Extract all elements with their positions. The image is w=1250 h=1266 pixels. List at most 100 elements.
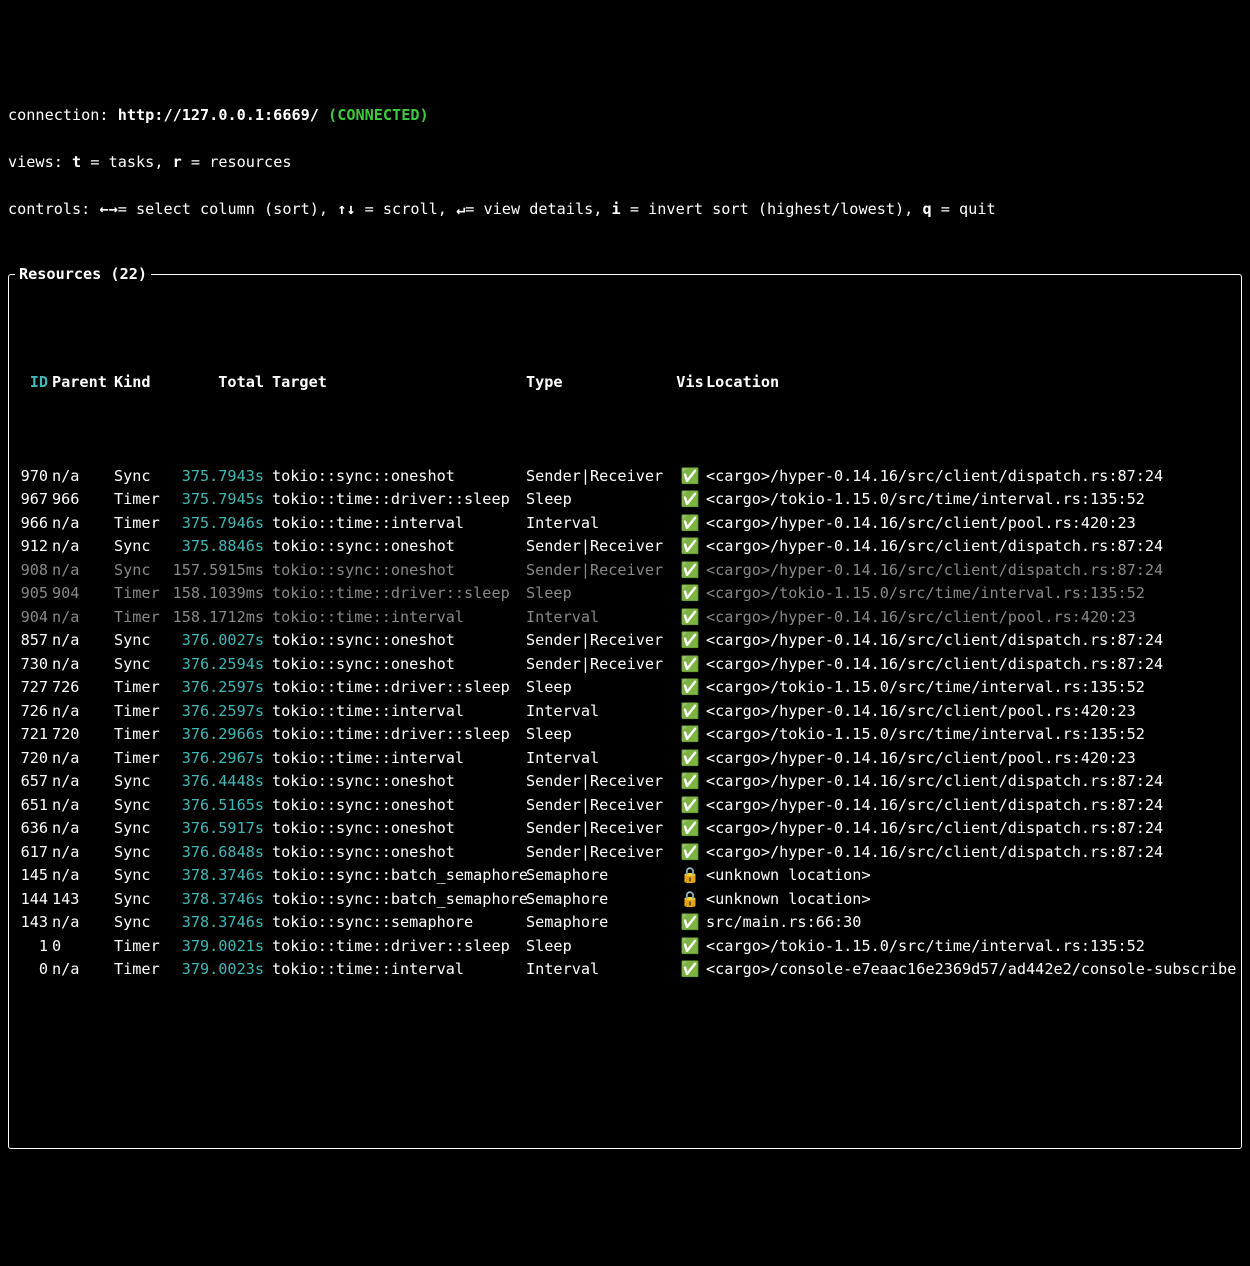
- col-header-id[interactable]: ID: [14, 371, 52, 395]
- cell-target: tokio::time::driver::sleep: [268, 676, 526, 700]
- cell-location: <cargo>/hyper-0.14.16/src/client/pool.rs…: [704, 700, 1236, 724]
- cell-target: tokio::sync::batch_semaphore: [268, 888, 526, 912]
- table-row[interactable]: 912n/aSync375.8846stokio::sync::oneshotS…: [10, 535, 1240, 559]
- cell-kind: Sync: [114, 888, 168, 912]
- check-icon: ✅: [676, 606, 704, 630]
- cell-id: 0: [14, 958, 52, 982]
- table-row[interactable]: 730n/aSync376.2594stokio::sync::oneshotS…: [10, 653, 1240, 677]
- views-line: views: t = tasks, r = resources: [8, 151, 1242, 175]
- cell-kind: Timer: [114, 700, 168, 724]
- cell-total: 379.0023s: [168, 958, 268, 982]
- cell-type: Sender|Receiver: [526, 629, 676, 653]
- table-row[interactable]: 720n/aTimer376.2967stokio::time::interva…: [10, 747, 1240, 771]
- check-icon: ✅: [676, 559, 704, 583]
- table-row[interactable]: 721720Timer376.2966stokio::time::driver:…: [10, 723, 1240, 747]
- table-body[interactable]: 970n/aSync375.7943stokio::sync::oneshotS…: [10, 465, 1240, 982]
- cell-target: tokio::time::driver::sleep: [268, 488, 526, 512]
- table-row[interactable]: 145n/aSync378.3746stokio::sync::batch_se…: [10, 864, 1240, 888]
- controls-lr-desc: = select column (sort),: [118, 200, 337, 218]
- cell-kind: Sync: [114, 535, 168, 559]
- cell-target: tokio::sync::oneshot: [268, 535, 526, 559]
- cell-location: <unknown location>: [704, 888, 1236, 912]
- table-header: ID Parent Kind Total Target Type Vis Loc…: [10, 371, 1240, 395]
- cell-target: tokio::sync::batch_semaphore: [268, 864, 526, 888]
- cell-total: 376.6848s: [168, 841, 268, 865]
- connection-label: connection:: [8, 106, 118, 124]
- table-row[interactable]: 0n/aTimer379.0023stokio::time::intervalI…: [10, 958, 1240, 982]
- table-row[interactable]: 651n/aSync376.5165stokio::sync::oneshotS…: [10, 794, 1240, 818]
- cell-type: Semaphore: [526, 864, 676, 888]
- cell-location: <cargo>/tokio-1.15.0/src/time/interval.r…: [704, 488, 1236, 512]
- cell-id: 636: [14, 817, 52, 841]
- col-header-location[interactable]: Location: [704, 371, 1236, 395]
- controls-key-q[interactable]: q: [922, 200, 931, 218]
- cell-location: src/main.rs:66:30: [704, 911, 1236, 935]
- col-header-target[interactable]: Target: [268, 371, 526, 395]
- table-row[interactable]: 904n/aTimer158.1712mstokio::time::interv…: [10, 606, 1240, 630]
- table-row[interactable]: 908n/aSync157.5915mstokio::sync::oneshot…: [10, 559, 1240, 583]
- cell-id: 1: [14, 935, 52, 959]
- table-row[interactable]: 857n/aSync376.0027stokio::sync::oneshotS…: [10, 629, 1240, 653]
- cell-total: 378.3746s: [168, 911, 268, 935]
- cell-type: Semaphore: [526, 888, 676, 912]
- table-row[interactable]: 966n/aTimer375.7946stokio::time::interva…: [10, 512, 1240, 536]
- cell-location: <cargo>/hyper-0.14.16/src/client/dispatc…: [704, 465, 1236, 489]
- cell-location: <unknown location>: [704, 864, 1236, 888]
- cell-type: Sleep: [526, 488, 676, 512]
- cell-kind: Timer: [114, 512, 168, 536]
- col-header-kind[interactable]: Kind: [114, 371, 168, 395]
- cell-type: Sender|Receiver: [526, 841, 676, 865]
- check-icon: ✅: [676, 629, 704, 653]
- col-header-total[interactable]: Total: [168, 371, 268, 395]
- table-row[interactable]: 970n/aSync375.7943stokio::sync::oneshotS…: [10, 465, 1240, 489]
- cell-location: <cargo>/hyper-0.14.16/src/client/dispatc…: [704, 559, 1236, 583]
- controls-line: controls: ←→= select column (sort), ↑↓ =…: [8, 198, 1242, 222]
- table-row[interactable]: 144143Sync378.3746stokio::sync::batch_se…: [10, 888, 1240, 912]
- table-row[interactable]: 967966Timer375.7945stokio::time::driver:…: [10, 488, 1240, 512]
- table-row[interactable]: 657n/aSync376.4448stokio::sync::oneshotS…: [10, 770, 1240, 794]
- col-header-type[interactable]: Type: [526, 371, 676, 395]
- cell-total: 375.7946s: [168, 512, 268, 536]
- views-key-t[interactable]: t: [72, 153, 81, 171]
- cell-location: <cargo>/hyper-0.14.16/src/client/dispatc…: [704, 653, 1236, 677]
- cell-kind: Timer: [114, 606, 168, 630]
- check-icon: ✅: [676, 911, 704, 935]
- cell-location: <cargo>/hyper-0.14.16/src/client/dispatc…: [704, 770, 1236, 794]
- cell-parent: n/a: [52, 770, 114, 794]
- lock-icon: 🔒: [676, 888, 704, 912]
- cell-total: 376.5917s: [168, 817, 268, 841]
- cell-target: tokio::sync::oneshot: [268, 559, 526, 583]
- table-row[interactable]: 636n/aSync376.5917stokio::sync::oneshotS…: [10, 817, 1240, 841]
- cell-target: tokio::sync::oneshot: [268, 794, 526, 818]
- cell-id: 143: [14, 911, 52, 935]
- cell-kind: Sync: [114, 629, 168, 653]
- col-header-vis[interactable]: Vis: [676, 371, 704, 395]
- cell-total: 375.8846s: [168, 535, 268, 559]
- cell-target: tokio::time::interval: [268, 512, 526, 536]
- cell-target: tokio::time::interval: [268, 958, 526, 982]
- cell-parent: n/a: [52, 700, 114, 724]
- cell-location: <cargo>/tokio-1.15.0/src/time/interval.r…: [704, 582, 1236, 606]
- cell-kind: Timer: [114, 747, 168, 771]
- controls-key-i[interactable]: i: [612, 200, 621, 218]
- table-row[interactable]: 726n/aTimer376.2597stokio::time::interva…: [10, 700, 1240, 724]
- table-row[interactable]: 143n/aSync378.3746stokio::sync::semaphor…: [10, 911, 1240, 935]
- cell-target: tokio::sync::oneshot: [268, 629, 526, 653]
- cell-location: <cargo>/hyper-0.14.16/src/client/dispatc…: [704, 794, 1236, 818]
- cell-parent: n/a: [52, 653, 114, 677]
- table-row[interactable]: 727726Timer376.2597stokio::time::driver:…: [10, 676, 1240, 700]
- table-row[interactable]: 10Timer379.0021stokio::time::driver::sle…: [10, 935, 1240, 959]
- col-header-parent[interactable]: Parent: [52, 371, 114, 395]
- cell-kind: Sync: [114, 841, 168, 865]
- cell-type: Sender|Receiver: [526, 817, 676, 841]
- check-icon: ✅: [676, 512, 704, 536]
- cell-kind: Sync: [114, 794, 168, 818]
- table-row[interactable]: 617n/aSync376.6848stokio::sync::oneshotS…: [10, 841, 1240, 865]
- views-key-r[interactable]: r: [173, 153, 182, 171]
- cell-kind: Sync: [114, 559, 168, 583]
- lock-icon: 🔒: [676, 864, 704, 888]
- cell-parent: n/a: [52, 841, 114, 865]
- check-icon: ✅: [676, 935, 704, 959]
- cell-parent: n/a: [52, 911, 114, 935]
- table-row[interactable]: 905904Timer158.1039mstokio::time::driver…: [10, 582, 1240, 606]
